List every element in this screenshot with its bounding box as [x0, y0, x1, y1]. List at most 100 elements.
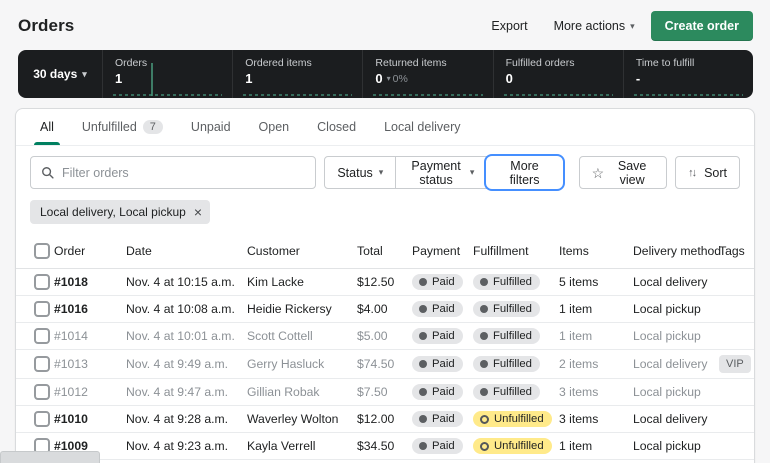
- order-customer: Kim Lacke: [247, 269, 357, 296]
- order-tags: [719, 460, 755, 463]
- metric-value: -: [636, 71, 741, 86]
- sparkline-baseline: [634, 94, 743, 96]
- date-range-selector[interactable]: 30 days ▾: [18, 50, 102, 98]
- filter-button-group: Status ▾ Payment status ▾ More filters: [324, 156, 562, 189]
- filled-dot-icon: [480, 360, 488, 368]
- select-all-checkbox[interactable]: [34, 243, 50, 259]
- order-number[interactable]: #1018: [54, 269, 126, 296]
- order-delivery-method: Local pickup: [633, 433, 719, 460]
- save-view-button[interactable]: ☆ Save view: [579, 156, 667, 189]
- metric-label: Time to fulfill: [636, 57, 741, 69]
- fulfillment-status-badge: Unfulfilled: [473, 438, 552, 454]
- tab-all[interactable]: All: [40, 109, 54, 145]
- order-total: $7.50: [357, 379, 412, 406]
- row-checkbox[interactable]: [34, 301, 50, 317]
- more-filters-button[interactable]: More filters: [486, 156, 562, 189]
- column-header-payment: Payment: [412, 234, 473, 269]
- tab-label: All: [40, 120, 54, 134]
- payment-status-badge: Paid: [412, 356, 463, 372]
- order-items: 5 items: [559, 269, 633, 296]
- order-row-1009[interactable]: #1009 Nov. 4 at 9:23 a.m. Kayla Verrell …: [16, 433, 755, 460]
- applied-filter-chip[interactable]: Local delivery, Local pickup ×: [30, 200, 210, 224]
- fulfillment-status-badge: Fulfilled: [473, 384, 540, 400]
- date-range-label: 30 days: [33, 67, 77, 81]
- metric-orders[interactable]: Orders 1: [102, 50, 232, 98]
- metric-value: 0: [506, 71, 611, 86]
- order-row-1022[interactable]: #1022 Nov. 4 at 9:03 a.m. Sarah McKenzie…: [16, 460, 755, 463]
- status-filter-button[interactable]: Status ▾: [324, 156, 396, 189]
- order-tags: [719, 269, 755, 296]
- metric-label: Ordered items: [245, 57, 350, 69]
- orders-card: All Unfulfilled 7 Unpaid Open Closed Loc…: [15, 108, 755, 463]
- filled-dot-icon: [419, 442, 427, 450]
- filled-dot-icon: [480, 278, 488, 286]
- tab-label: Local delivery: [384, 120, 460, 134]
- fulfillment-status-badge: Unfulfilled: [473, 411, 552, 427]
- row-checkbox[interactable]: [34, 356, 50, 372]
- tab-local-delivery[interactable]: Local delivery: [384, 109, 460, 145]
- tab-closed[interactable]: Closed: [317, 109, 356, 145]
- metric-time-to-fulfill[interactable]: Time to fulfill -: [623, 50, 753, 98]
- row-checkbox[interactable]: [34, 411, 50, 427]
- search-input[interactable]: [62, 166, 305, 180]
- payment-status-badge: Paid: [412, 411, 463, 427]
- fulfillment-status-badge: Fulfilled: [473, 274, 540, 290]
- row-checkbox[interactable]: [34, 274, 50, 290]
- tab-unpaid[interactable]: Unpaid: [191, 109, 231, 145]
- search-box[interactable]: [30, 156, 316, 189]
- filter-bar: Status ▾ Payment status ▾ More filters ☆…: [16, 146, 754, 193]
- order-row-1013[interactable]: #1013 Nov. 4 at 9:49 a.m. Gerry Hasluck …: [16, 350, 755, 379]
- order-tags: [719, 296, 755, 323]
- metric-returned-items[interactable]: Returned items 0 ▾ 0%: [362, 50, 492, 98]
- column-header-order[interactable]: Order: [54, 234, 126, 269]
- order-row-1012[interactable]: #1012 Nov. 4 at 9:47 a.m. Gillian Robak …: [16, 379, 755, 406]
- export-button[interactable]: Export: [481, 13, 537, 39]
- order-row-1018[interactable]: #1018 Nov. 4 at 10:15 a.m. Kim Lacke $12…: [16, 269, 755, 296]
- payment-status-filter-label: Payment status: [408, 159, 464, 187]
- order-delivery-method: Local delivery: [633, 269, 719, 296]
- order-delivery-method: Local pickup: [633, 379, 719, 406]
- header-actions: Export More actions ▾ Create order: [481, 11, 753, 41]
- order-number[interactable]: #1012: [54, 379, 126, 406]
- tab-open[interactable]: Open: [259, 109, 290, 145]
- row-checkbox[interactable]: [34, 328, 50, 344]
- payment-status-badge: Paid: [412, 301, 463, 317]
- order-total: $74.50: [357, 350, 412, 379]
- close-icon[interactable]: ×: [194, 205, 202, 219]
- order-items: 1 item: [559, 433, 633, 460]
- tab-unfulfilled[interactable]: Unfulfilled 7: [82, 109, 163, 145]
- order-number[interactable]: #1013: [54, 350, 126, 379]
- metric-ordered-items[interactable]: Ordered items 1: [232, 50, 362, 98]
- sort-button[interactable]: ↑↓ Sort: [675, 156, 740, 189]
- order-customer: Gillian Robak: [247, 379, 357, 406]
- filled-dot-icon: [480, 388, 488, 396]
- status-filter-label: Status: [337, 166, 372, 180]
- sparkline-spike: [151, 63, 153, 96]
- order-customer: Kayla Verrell: [247, 433, 357, 460]
- payment-status-badge: Paid: [412, 274, 463, 290]
- order-number[interactable]: #1016: [54, 296, 126, 323]
- more-actions-button[interactable]: More actions ▾: [544, 13, 645, 39]
- create-order-button[interactable]: Create order: [651, 11, 753, 41]
- order-row-1014[interactable]: #1014 Nov. 4 at 10:01 a.m. Scott Cottell…: [16, 323, 755, 350]
- vip-tag: VIP: [719, 355, 751, 373]
- metric-number: 0: [375, 71, 382, 86]
- more-actions-label: More actions: [554, 19, 626, 33]
- order-tags: VIP: [719, 350, 755, 379]
- order-row-1016[interactable]: #1016 Nov. 4 at 10:08 a.m. Heidie Ricker…: [16, 296, 755, 323]
- order-date: Nov. 4 at 9:03 a.m.: [126, 460, 247, 463]
- payment-status-filter-button[interactable]: Payment status ▾: [396, 156, 487, 189]
- order-number[interactable]: #1010: [54, 406, 126, 433]
- order-total: $4.00: [357, 296, 412, 323]
- order-date: Nov. 4 at 10:08 a.m.: [126, 296, 247, 323]
- column-header-date[interactable]: Date: [126, 234, 247, 269]
- applied-filters-row: Local delivery, Local pickup ×: [16, 193, 754, 234]
- applied-filter-label: Local delivery, Local pickup: [40, 205, 186, 219]
- order-number[interactable]: #1014: [54, 323, 126, 350]
- open-circle-icon: [480, 415, 489, 424]
- metric-fulfilled-orders[interactable]: Fulfilled orders 0: [493, 50, 623, 98]
- row-checkbox[interactable]: [34, 384, 50, 400]
- order-row-1010[interactable]: #1010 Nov. 4 at 9:28 a.m. Waverley Wolto…: [16, 406, 755, 433]
- column-header-total[interactable]: Total: [357, 234, 412, 269]
- metric-delta-value: 0%: [393, 73, 408, 85]
